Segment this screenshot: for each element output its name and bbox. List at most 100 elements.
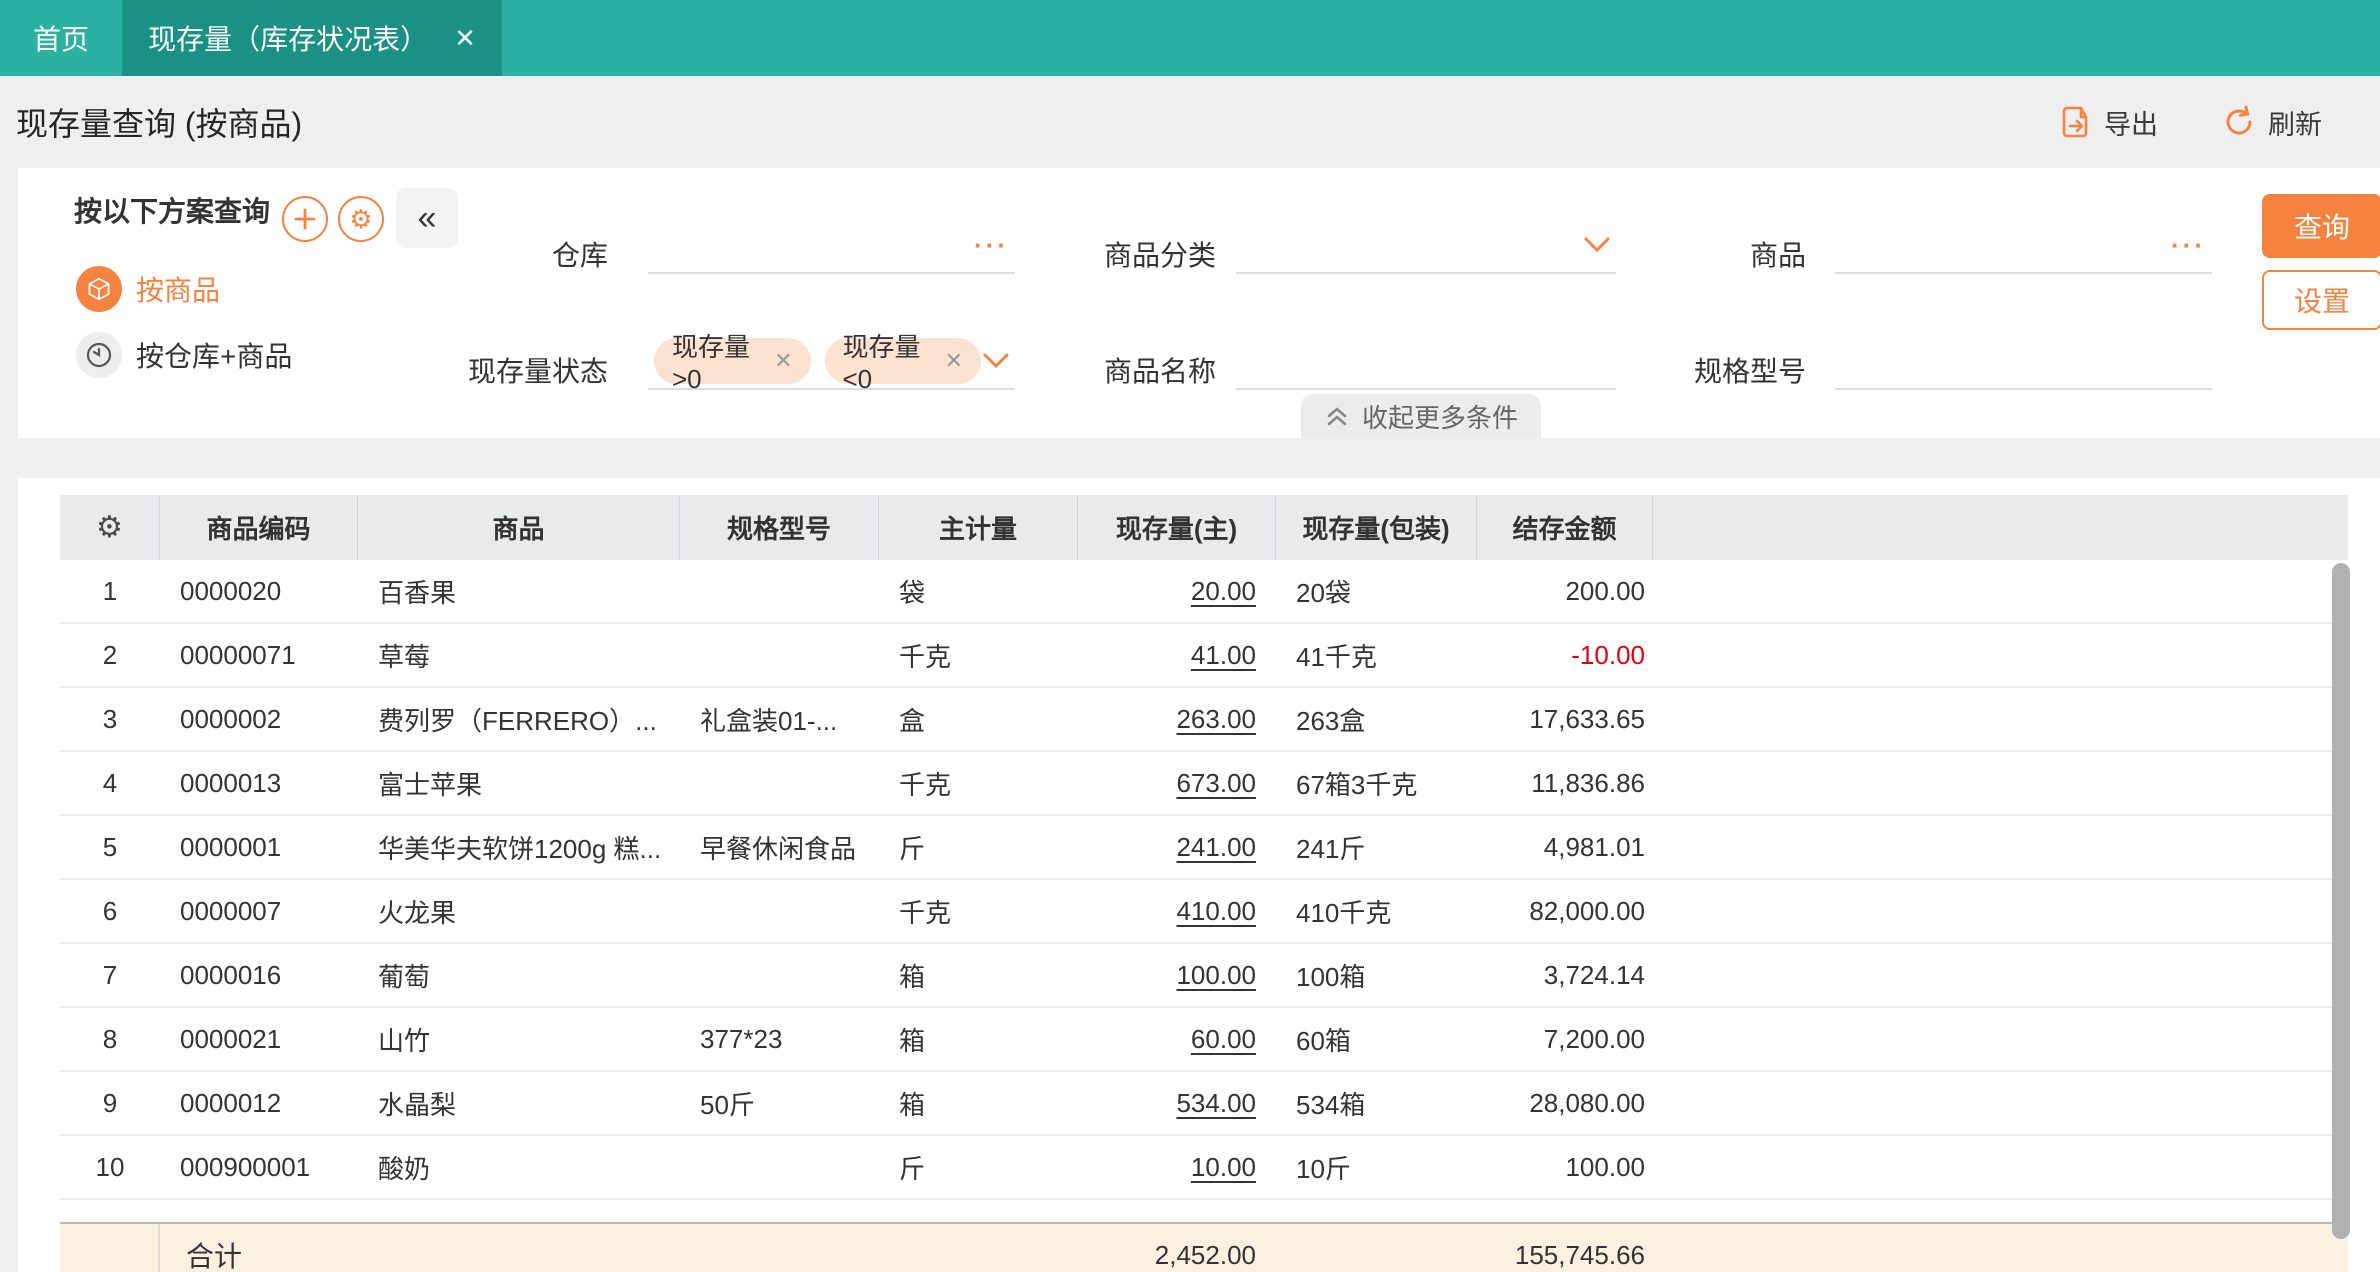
col-stock-main[interactable]: 现存量(主) bbox=[1078, 495, 1276, 560]
query-button[interactable]: 查询 bbox=[2262, 194, 2380, 258]
col-spec[interactable]: 规格型号 bbox=[680, 495, 879, 560]
stock-qty-link[interactable]: 100.00 bbox=[1176, 960, 1256, 990]
cell-product-code: 0000007 bbox=[180, 895, 282, 926]
stock-qty-link[interactable]: 41.00 bbox=[1191, 640, 1256, 670]
row-index: 7 bbox=[102, 959, 118, 990]
cell-balance-amount: 100.00 bbox=[1565, 1151, 1645, 1182]
cell-stock-package: 20袋 bbox=[1296, 577, 1351, 608]
category-select[interactable] bbox=[1236, 218, 1616, 274]
cell-spec: 早餐休闲食品 bbox=[700, 833, 857, 864]
row-index: 4 bbox=[102, 767, 118, 798]
tab-current-stock[interactable]: 现存量（库存状况表） ✕ bbox=[122, 0, 502, 76]
row-index: 10 bbox=[95, 1151, 125, 1182]
stock-qty-link[interactable]: 673.00 bbox=[1176, 768, 1256, 798]
table-row[interactable]: 6 0000007 火龙果 千克 410.00 410千克 82,000.00 bbox=[60, 880, 2348, 944]
cell-product-code: 00000071 bbox=[180, 639, 296, 670]
header-actions: 导出 刷新 bbox=[2060, 103, 2322, 142]
product-name-input[interactable] bbox=[1236, 334, 1616, 390]
table-row[interactable]: 7 0000016 葡萄 箱 100.00 100箱 3,724.14 bbox=[60, 944, 2348, 1008]
table-row[interactable]: 10 000900001 酸奶 斤 10.00 10斤 100.00 bbox=[60, 1136, 2348, 1200]
cell-stock-package: 10斤 bbox=[1296, 1153, 1351, 1184]
cell-stock-package: 534箱 bbox=[1296, 1089, 1366, 1120]
table-row[interactable]: 5 0000001 华美华夫软饼1200g 糕... 早餐休闲食品 斤 241.… bbox=[60, 816, 2348, 880]
cell-product-code: 0000013 bbox=[180, 767, 282, 798]
col-main-unit[interactable]: 主计量 bbox=[879, 495, 1078, 560]
refresh-button[interactable]: 刷新 bbox=[2222, 103, 2322, 142]
table-row[interactable]: 8 0000021 山竹 377*23 箱 60.00 60箱 7,200.00 bbox=[60, 1008, 2348, 1072]
product-label: 商品 bbox=[1749, 240, 1806, 271]
col-product-code[interactable]: 商品编码 bbox=[160, 495, 358, 560]
cell-product-code: 0000012 bbox=[180, 1087, 282, 1118]
export-label: 导出 bbox=[2104, 109, 2158, 140]
scheme-panel-title: 按以下方案查询 bbox=[74, 196, 271, 227]
chevron-down-icon[interactable] bbox=[981, 351, 1015, 371]
cell-balance-amount: 28,080.00 bbox=[1529, 1087, 1645, 1118]
stock-qty-link[interactable]: 241.00 bbox=[1176, 832, 1256, 862]
cell-product-name: 水晶梨 bbox=[378, 1089, 457, 1120]
product-name-label: 商品名称 bbox=[1103, 356, 1216, 387]
table-row[interactable]: 3 0000002 费列罗（FERRERO）... 礼盒装01-... 盒 26… bbox=[60, 688, 2348, 752]
warehouse-label: 仓库 bbox=[551, 240, 608, 271]
table-row[interactable]: 2 00000071 草莓 千克 41.00 41千克 -10.00 bbox=[60, 624, 2348, 688]
cell-main-unit: 千克 bbox=[899, 641, 952, 672]
table-row[interactable]: 9 0000012 水晶梨 50斤 箱 534.00 534箱 28,080.0… bbox=[60, 1072, 2348, 1136]
stock-status-label: 现存量状态 bbox=[467, 356, 608, 387]
cell-main-unit: 斤 bbox=[899, 1153, 926, 1184]
cell-spec: 377*23 bbox=[700, 1023, 783, 1054]
collapse-more-label: 收起更多条件 bbox=[1361, 402, 1518, 433]
stock-qty-link[interactable]: 60.00 bbox=[1191, 1024, 1256, 1054]
warehouse-input[interactable]: ··· bbox=[648, 218, 1015, 274]
stock-qty-link[interactable]: 534.00 bbox=[1176, 1088, 1256, 1118]
collapse-more-conditions[interactable]: 收起更多条件 bbox=[1301, 394, 1541, 438]
scheme-settings-button[interactable]: ⚙ bbox=[338, 196, 384, 242]
clock-icon bbox=[76, 332, 122, 378]
cell-product-code: 0000001 bbox=[180, 831, 282, 862]
settings-button[interactable]: 设置 bbox=[2262, 270, 2380, 330]
close-icon[interactable]: ✕ bbox=[454, 23, 476, 54]
stock-qty-link[interactable]: 10.00 bbox=[1191, 1152, 1256, 1182]
col-balance-amount[interactable]: 结存金额 bbox=[1477, 495, 1653, 560]
vertical-scrollbar[interactable] bbox=[2332, 563, 2350, 1239]
add-scheme-button[interactable] bbox=[282, 196, 328, 242]
table-row[interactable]: 1 0000020 百香果 袋 20.00 20袋 200.00 bbox=[60, 560, 2348, 624]
tab-home[interactable]: 首页 bbox=[0, 0, 122, 76]
cell-stock-package: 241斤 bbox=[1296, 833, 1366, 864]
cell-main-unit: 盒 bbox=[899, 705, 926, 736]
filter-tag-label: 现存量<0 bbox=[842, 332, 921, 394]
cell-product-name: 山竹 bbox=[378, 1025, 431, 1056]
scheme-item-by-warehouse-product[interactable]: 按仓库+商品 bbox=[76, 332, 292, 378]
chevron-down-icon[interactable] bbox=[1582, 235, 1616, 255]
scheme-item-by-product[interactable]: 按商品 bbox=[76, 266, 220, 312]
table-row[interactable]: 4 0000013 富士苹果 千克 673.00 67箱3千克 11,836.8… bbox=[60, 752, 2348, 816]
ellipsis-icon[interactable]: ··· bbox=[2171, 230, 2212, 261]
cell-balance-amount: 3,724.14 bbox=[1543, 959, 1645, 990]
row-index: 8 bbox=[102, 1023, 118, 1054]
tag-close-icon[interactable]: ✕ bbox=[945, 348, 963, 374]
stock-status-tags: 现存量>0 ✕ 现存量<0 ✕ bbox=[648, 332, 981, 394]
cell-product-code: 000900001 bbox=[180, 1151, 311, 1182]
stock-status-select[interactable]: 现存量>0 ✕ 现存量<0 ✕ bbox=[648, 332, 1015, 394]
row-index: 1 bbox=[102, 575, 118, 606]
col-product[interactable]: 商品 bbox=[358, 495, 680, 560]
export-button[interactable]: 导出 bbox=[2060, 103, 2158, 142]
cell-product-name: 费列罗（FERRERO）... bbox=[378, 705, 657, 736]
cell-balance-amount: 4,981.01 bbox=[1543, 831, 1645, 862]
tab-home-label: 首页 bbox=[32, 24, 89, 55]
cell-main-unit: 千克 bbox=[899, 769, 952, 800]
stock-qty-link[interactable]: 20.00 bbox=[1191, 576, 1256, 606]
product-input[interactable]: ··· bbox=[1835, 218, 2212, 274]
spec-label: 规格型号 bbox=[1693, 356, 1806, 387]
cell-product-name: 华美华夫软饼1200g 糕... bbox=[378, 833, 662, 864]
tag-close-icon[interactable]: ✕ bbox=[774, 348, 792, 374]
double-chevron-up-icon bbox=[1324, 403, 1350, 429]
stock-qty-link[interactable]: 410.00 bbox=[1176, 896, 1256, 926]
cell-product-code: 0000020 bbox=[180, 575, 282, 606]
stock-qty-link[interactable]: 263.00 bbox=[1176, 704, 1256, 734]
ellipsis-icon[interactable]: ··· bbox=[974, 230, 1015, 261]
filter-tag: 现存量<0 ✕ bbox=[824, 332, 981, 394]
export-icon bbox=[2060, 105, 2092, 139]
column-settings-icon[interactable]: ⚙ bbox=[96, 510, 123, 545]
cell-balance-amount: 7,200.00 bbox=[1543, 1023, 1645, 1054]
spec-input[interactable] bbox=[1835, 334, 2212, 390]
col-stock-package[interactable]: 现存量(包装) bbox=[1276, 495, 1477, 560]
